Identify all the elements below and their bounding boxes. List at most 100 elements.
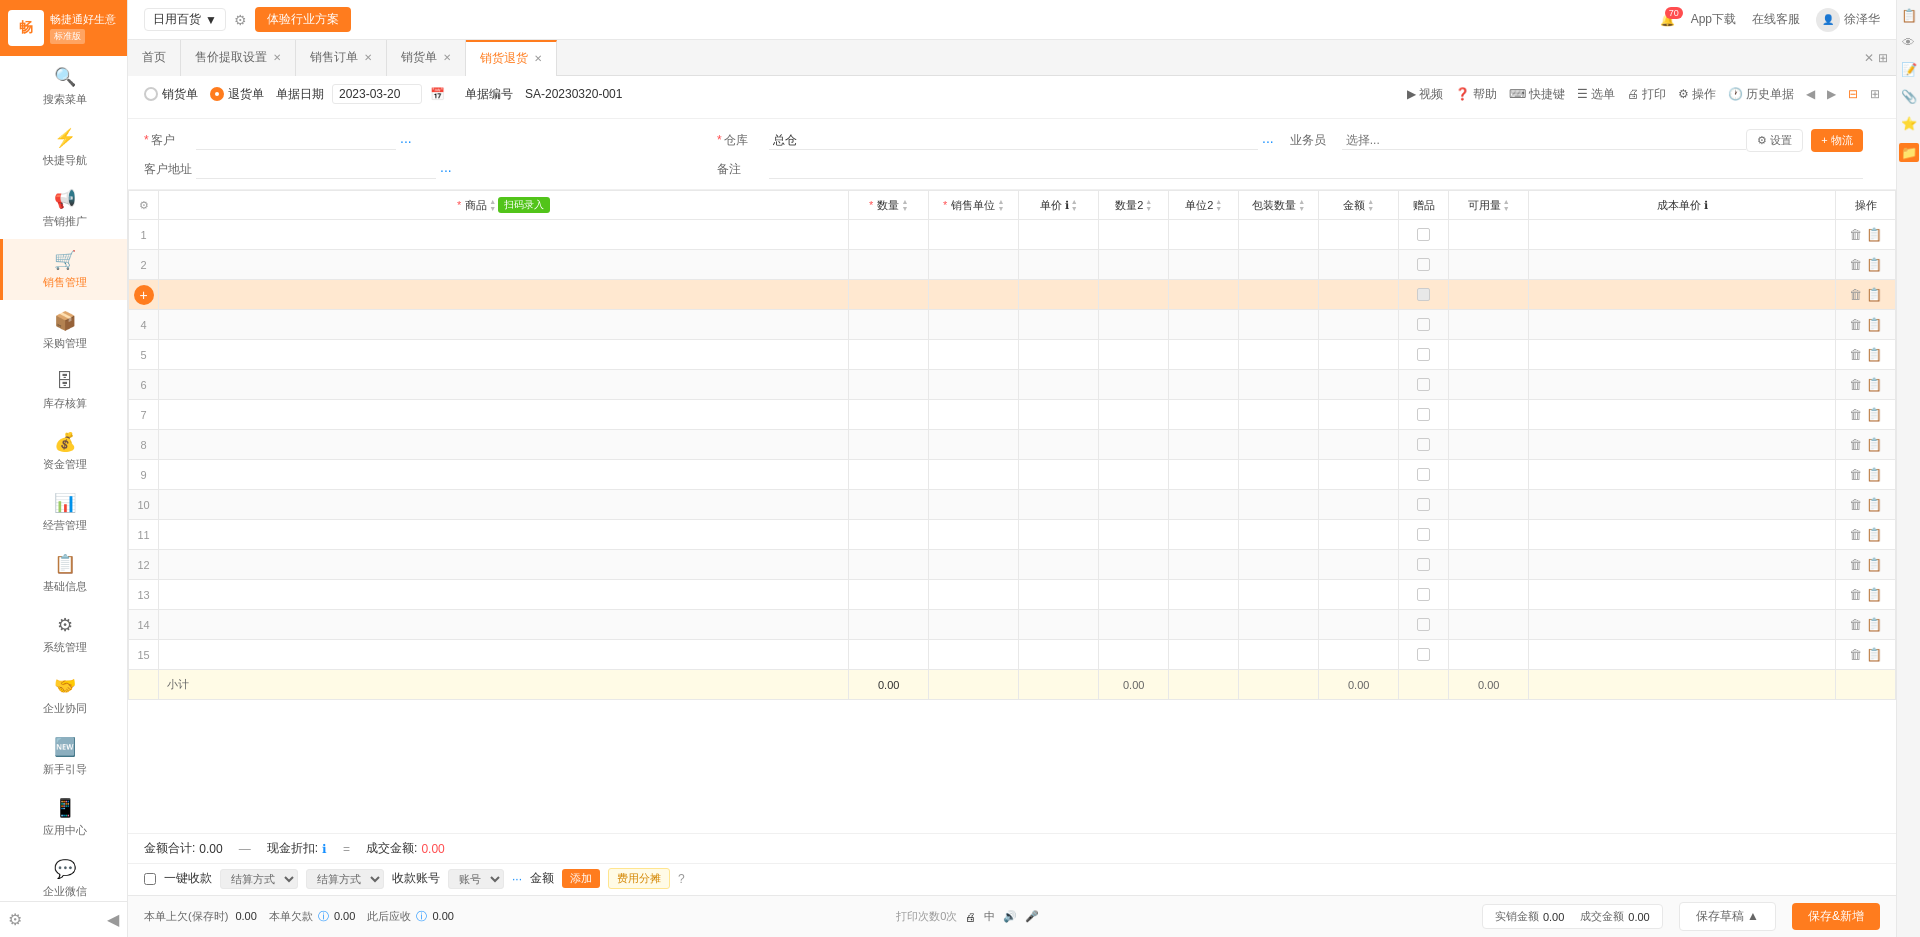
notification-bell[interactable]: 🔔 70 [1660, 13, 1675, 27]
delete-row-6[interactable]: 🗑 [1849, 377, 1862, 392]
delete-row-4[interactable]: 🗑 [1849, 317, 1862, 332]
right-panel-icon-6[interactable]: 📁 [1899, 143, 1919, 162]
tab-sales-delivery[interactable]: 销货单 ✕ [387, 40, 466, 76]
copy-row-5[interactable]: 📋 [1866, 347, 1882, 362]
list-view-icon[interactable]: ⊟ [1848, 87, 1858, 101]
delete-row-11[interactable]: 🗑 [1849, 527, 1862, 542]
delete-row-5[interactable]: 🗑 [1849, 347, 1862, 362]
right-panel-icon-2[interactable]: 👁 [1902, 35, 1915, 50]
gift-checkbox-10[interactable] [1417, 498, 1430, 511]
copy-row-15[interactable]: 📋 [1866, 647, 1882, 662]
gift-checkbox-6[interactable] [1417, 378, 1430, 391]
copy-row-3[interactable]: 📋 [1866, 287, 1882, 302]
toolbar-ops[interactable]: ⚙ 操作 [1678, 86, 1716, 103]
account-dots[interactable]: ··· [512, 872, 522, 886]
gift-checkbox-15[interactable] [1417, 648, 1430, 661]
add-row-btn[interactable]: + [134, 285, 154, 305]
gift-checkbox-13[interactable] [1417, 588, 1430, 601]
copy-row-12[interactable]: 📋 [1866, 557, 1882, 572]
delete-row-14[interactable]: 🗑 [1849, 617, 1862, 632]
gift-checkbox-2[interactable] [1417, 258, 1430, 271]
delete-row-3[interactable]: 🗑 [1849, 287, 1862, 302]
tab-price-extract[interactable]: 售价提取设置 ✕ [181, 40, 296, 76]
tab-close-price-extract[interactable]: ✕ [273, 52, 281, 63]
address-input[interactable] [196, 160, 436, 179]
radio-return[interactable]: 退货单 [210, 86, 264, 103]
sidebar-item-guide[interactable]: 🆕 新手引导 [0, 726, 127, 787]
copy-row-4[interactable]: 📋 [1866, 317, 1882, 332]
gift-checkbox-3[interactable] [1417, 288, 1430, 301]
sidebar-item-finance[interactable]: 💰 资金管理 [0, 421, 127, 482]
gift-checkbox-14[interactable] [1417, 618, 1430, 631]
tab-close-all-icon[interactable]: ✕ [1864, 51, 1874, 65]
toolbar-shortcuts[interactable]: ⌨ 快捷键 [1509, 86, 1565, 103]
gift-checkbox-11[interactable] [1417, 528, 1430, 541]
delete-row-15[interactable]: 🗑 [1849, 647, 1862, 662]
th-gear[interactable]: ⚙ [129, 191, 159, 220]
copy-row-10[interactable]: 📋 [1866, 497, 1882, 512]
tab-close-sales-order[interactable]: ✕ [364, 52, 372, 63]
toolbar-select[interactable]: ☰ 选单 [1577, 86, 1615, 103]
toolbar-print[interactable]: 🖨 打印 [1627, 86, 1666, 103]
sidebar-item-enterprise[interactable]: 🤝 企业协同 [0, 665, 127, 726]
sidebar-item-apps[interactable]: 📱 应用中心 [0, 787, 127, 848]
tab-sales-order[interactable]: 销售订单 ✕ [296, 40, 387, 76]
copy-row-2[interactable]: 📋 [1866, 257, 1882, 272]
salesperson-input[interactable] [1342, 131, 1746, 150]
gift-checkbox-4[interactable] [1417, 318, 1430, 331]
sidebar-item-marketing[interactable]: 📢 营销推广 [0, 178, 127, 239]
gift-checkbox-5[interactable] [1417, 348, 1430, 361]
delete-row-10[interactable]: 🗑 [1849, 497, 1862, 512]
toolbar-help[interactable]: ❓ 帮助 [1455, 86, 1497, 103]
tab-close-sales-delivery[interactable]: ✕ [443, 52, 451, 63]
delete-row-13[interactable]: 🗑 [1849, 587, 1862, 602]
add-payment-btn[interactable]: 添加 [562, 869, 600, 888]
account-select[interactable]: 账号 [448, 869, 504, 889]
right-panel-icon-3[interactable]: 📝 [1901, 62, 1917, 77]
sidebar-item-operations[interactable]: 📊 经营管理 [0, 482, 127, 543]
radio-sale[interactable]: 销货单 [144, 86, 198, 103]
next-icon[interactable]: ▶ [1827, 87, 1836, 101]
copy-row-6[interactable]: 📋 [1866, 377, 1882, 392]
delete-row-2[interactable]: 🗑 [1849, 257, 1862, 272]
gift-checkbox-1[interactable] [1417, 228, 1430, 241]
save-draft-btn[interactable]: 保存草稿 ▲ [1679, 902, 1776, 931]
delete-row-1[interactable]: 🗑 [1849, 227, 1862, 242]
copy-row-14[interactable]: 📋 [1866, 617, 1882, 632]
settings-btn[interactable]: ⚙ 设置 [1746, 129, 1803, 152]
copy-row-13[interactable]: 📋 [1866, 587, 1882, 602]
tab-maximize-icon[interactable]: ⊞ [1878, 51, 1888, 65]
calendar-icon[interactable]: 📅 [430, 87, 445, 101]
sidebar-item-search[interactable]: 🔍 搜索菜单 [0, 56, 127, 117]
topbar-gear-icon[interactable]: ⚙ [234, 12, 247, 28]
copy-row-1[interactable]: 📋 [1866, 227, 1882, 242]
sidebar-collapse-icon[interactable]: ◀ [107, 910, 119, 929]
sidebar-item-base[interactable]: 📋 基础信息 [0, 543, 127, 604]
right-panel-icon-4[interactable]: 📎 [1901, 89, 1917, 104]
copy-row-7[interactable]: 📋 [1866, 407, 1882, 422]
right-panel-icon-1[interactable]: 📋 [1901, 8, 1917, 23]
customer-input[interactable] [196, 131, 396, 150]
delete-row-9[interactable]: 🗑 [1849, 467, 1862, 482]
calc-method-select[interactable]: 结算方式 [220, 869, 298, 889]
fee-split-btn[interactable]: 费用分摊 [608, 868, 670, 889]
gift-checkbox-12[interactable] [1417, 558, 1430, 571]
save-new-btn[interactable]: 保存&新增 [1792, 903, 1880, 930]
grid-view-icon[interactable]: ⊞ [1870, 87, 1880, 101]
delete-row-7[interactable]: 🗑 [1849, 407, 1862, 422]
sidebar-item-inventory[interactable]: 🗄 库存核算 [0, 361, 127, 421]
remark-input[interactable] [769, 160, 1863, 179]
gift-checkbox-9[interactable] [1417, 468, 1430, 481]
copy-row-8[interactable]: 📋 [1866, 437, 1882, 452]
add-logistics-btn[interactable]: + 物流 [1811, 129, 1862, 152]
address-dots[interactable]: ··· [440, 162, 452, 178]
right-panel-icon-5[interactable]: ⭐ [1901, 116, 1917, 131]
warehouse-input[interactable] [769, 131, 1258, 150]
app-download-link[interactable]: App下载 [1691, 11, 1736, 28]
prev-icon[interactable]: ◀ [1806, 87, 1815, 101]
sidebar-item-system[interactable]: ⚙ 系统管理 [0, 604, 127, 665]
sidebar-item-wechat[interactable]: 💬 企业微信 [0, 848, 127, 901]
experience-btn[interactable]: 体验行业方案 [255, 7, 351, 32]
date-input[interactable] [332, 84, 422, 104]
tab-sales-return[interactable]: 销货退货 ✕ [466, 40, 557, 76]
